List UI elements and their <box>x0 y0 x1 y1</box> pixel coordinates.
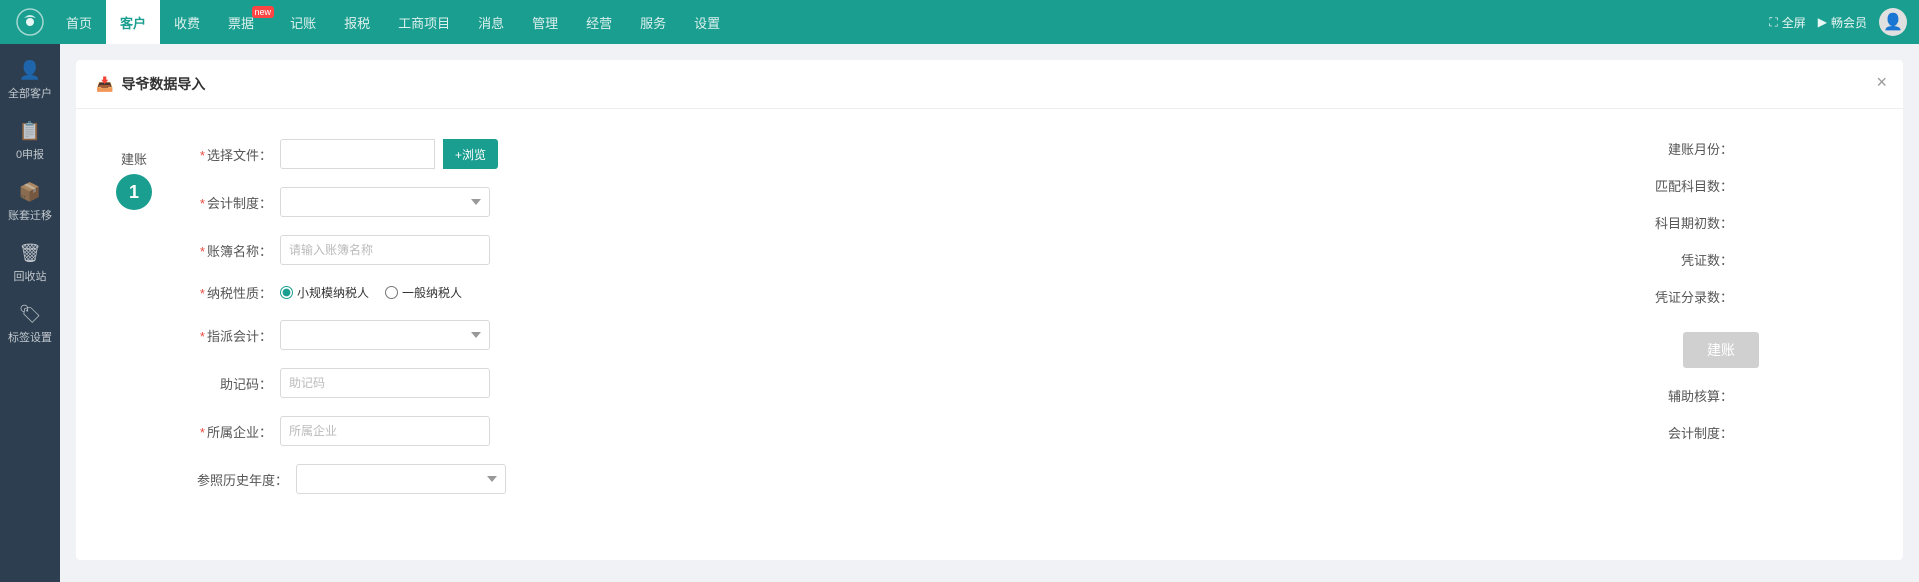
trash-icon: 🗑 <box>19 243 42 264</box>
nav-item-home[interactable]: 首页 <box>52 0 106 44</box>
nav-item-services[interactable]: 服务 <box>626 0 680 44</box>
nav-item-operations[interactable]: 经营 <box>572 0 626 44</box>
nav-item-invoices[interactable]: 票据 new <box>214 0 276 44</box>
voucher-count-row: 凭证数： <box>1643 250 1863 269</box>
period-init-row: 科目期初数： <box>1643 213 1863 232</box>
step-badge: 1 <box>116 174 152 210</box>
accountant-label: *指派会计： <box>192 326 272 345</box>
logo <box>8 0 52 44</box>
memo-label: 助记码： <box>192 374 272 393</box>
auxiliary-row: 辅助核算： <box>1643 386 1863 405</box>
required-star5: * <box>200 329 205 344</box>
zero-report-icon: 📋 <box>19 121 41 142</box>
fullscreen-button[interactable]: ⛶ 全屏 <box>1769 14 1805 31</box>
step-section: 建账 1 <box>116 139 152 512</box>
accountant-select[interactable] <box>280 320 490 350</box>
top-nav: 首页 客户 收费 票据 new 记账 报税 工商项目 消息 管理 经营 服务 设… <box>0 0 1919 44</box>
step-label: 建账 <box>121 149 147 168</box>
import-icon: 📥 <box>96 76 113 93</box>
ledger-name-label: *账簿名称： <box>192 241 272 260</box>
info-accounting-system-row: 会计制度： <box>1643 423 1863 442</box>
ledger-name-row: *账簿名称： <box>192 235 1603 265</box>
all-customers-icon: 👤 <box>19 60 41 81</box>
voucher-entries-row: 凭证分录数： <box>1643 287 1863 306</box>
label-settings-icon: 🏷 <box>19 304 42 325</box>
company-row: *所属企业： <box>192 416 1603 446</box>
company-label: *所属企业： <box>192 422 272 441</box>
fullscreen-icon: ⛶ <box>1769 15 1777 30</box>
sidebar-item-trash[interactable]: 🗑 回收站 <box>2 235 58 292</box>
build-account-button[interactable]: 建账 <box>1683 332 1759 368</box>
info-section: 建账月份： 匹配科目数： 科目期初数： 凭证数： <box>1643 139 1863 512</box>
nav-item-tax[interactable]: 报税 <box>330 0 384 44</box>
nav-item-manage[interactable]: 管理 <box>518 0 572 44</box>
required-star: * <box>200 148 205 163</box>
build-month-label: 建账月份： <box>1643 139 1733 158</box>
memo-row: 助记码： <box>192 368 1603 398</box>
accounting-system-select[interactable] <box>280 187 490 217</box>
accountant-row: *指派会计： <box>192 320 1603 350</box>
memo-input[interactable] <box>280 368 490 398</box>
company-input[interactable] <box>280 416 490 446</box>
required-star4: * <box>200 286 205 301</box>
nav-item-business[interactable]: 工商项目 <box>384 0 464 44</box>
accounting-system-row: *会计制度： <box>192 187 1603 217</box>
browse-button[interactable]: +浏览 <box>443 139 498 169</box>
voucher-entries-label: 凭证分录数： <box>1643 287 1733 306</box>
sidebar-item-all-customers[interactable]: 👤 全部客户 <box>2 52 58 109</box>
tax-type-radio-group: 小规模纳税人 一般纳税人 <box>280 284 462 301</box>
match-subjects-label: 匹配科目数： <box>1643 176 1733 195</box>
general-taxpayer-radio[interactable]: 一般纳税人 <box>385 284 462 301</box>
sidebar-item-migration[interactable]: 📦 账套迁移 <box>2 174 58 231</box>
tax-type-row: *纳税性质： 小规模纳税人 一般纳税人 <box>192 283 1603 302</box>
file-label: *选择文件： <box>192 145 272 164</box>
sidebar-item-label-settings[interactable]: 🏷 标签设置 <box>2 296 58 353</box>
nav-item-fees[interactable]: 收费 <box>160 0 214 44</box>
import-card: 📥 导爷数据导入 × 建账 1 *选择文件： <box>76 60 1903 560</box>
history-year-row: 参照历史年度： <box>192 464 1603 494</box>
period-init-label: 科目期初数： <box>1643 213 1733 232</box>
match-subjects-row: 匹配科目数： <box>1643 176 1863 195</box>
layout: 👤 全部客户 📋 0申报 📦 账套迁移 🗑 回收站 🏷 标签设置 📥 导爷数据导… <box>0 44 1919 582</box>
history-year-label: 参照历史年度： <box>192 470 288 489</box>
close-button[interactable]: × <box>1876 72 1887 93</box>
sidebar-item-zero-report[interactable]: 📋 0申报 <box>2 113 58 170</box>
file-row: *选择文件： +浏览 <box>192 139 1603 169</box>
info-accounting-system-label: 会计制度： <box>1643 423 1733 442</box>
required-star3: * <box>200 244 205 259</box>
auxiliary-label: 辅助核算： <box>1643 386 1733 405</box>
tax-type-label: *纳税性质： <box>192 283 272 302</box>
vip-icon: ▶ <box>1818 15 1827 29</box>
nav-item-customers[interactable]: 客户 <box>106 0 160 44</box>
avatar[interactable]: 👤 <box>1879 8 1907 36</box>
small-taxpayer-radio[interactable]: 小规模纳税人 <box>280 284 369 301</box>
accounting-system-label: *会计制度： <box>192 193 272 212</box>
file-input[interactable] <box>280 139 435 169</box>
nav-item-settings[interactable]: 设置 <box>680 0 734 44</box>
required-star6: * <box>200 425 205 440</box>
required-star2: * <box>200 196 205 211</box>
card-header: 📥 导爷数据导入 <box>76 60 1903 109</box>
history-year-select[interactable] <box>296 464 506 494</box>
sidebar: 👤 全部客户 📋 0申报 📦 账套迁移 🗑 回收站 🏷 标签设置 <box>0 44 60 582</box>
voucher-count-label: 凭证数： <box>1643 250 1733 269</box>
migration-icon: 📦 <box>19 182 41 203</box>
avatar-icon: 👤 <box>1883 12 1903 32</box>
ledger-name-input[interactable] <box>280 235 490 265</box>
vip-button[interactable]: ▶ 畅会员 <box>1818 14 1867 31</box>
nav-item-bookkeeping[interactable]: 记账 <box>276 0 330 44</box>
card-body: 建账 1 *选择文件： +浏览 <box>76 109 1903 542</box>
main-content: 📥 导爷数据导入 × 建账 1 *选择文件： <box>60 44 1919 582</box>
card-title: 导爷数据导入 <box>121 74 205 94</box>
form-section: *选择文件： +浏览 *会计制度： <box>192 139 1603 512</box>
new-badge: new <box>252 6 275 18</box>
nav-item-messages[interactable]: 消息 <box>464 0 518 44</box>
nav-right: ⛶ 全屏 ▶ 畅会员 👤 <box>1769 8 1919 36</box>
build-month-row: 建账月份： <box>1643 139 1863 158</box>
nav-items: 首页 客户 收费 票据 new 记账 报税 工商项目 消息 管理 经营 服务 设… <box>52 0 1769 44</box>
